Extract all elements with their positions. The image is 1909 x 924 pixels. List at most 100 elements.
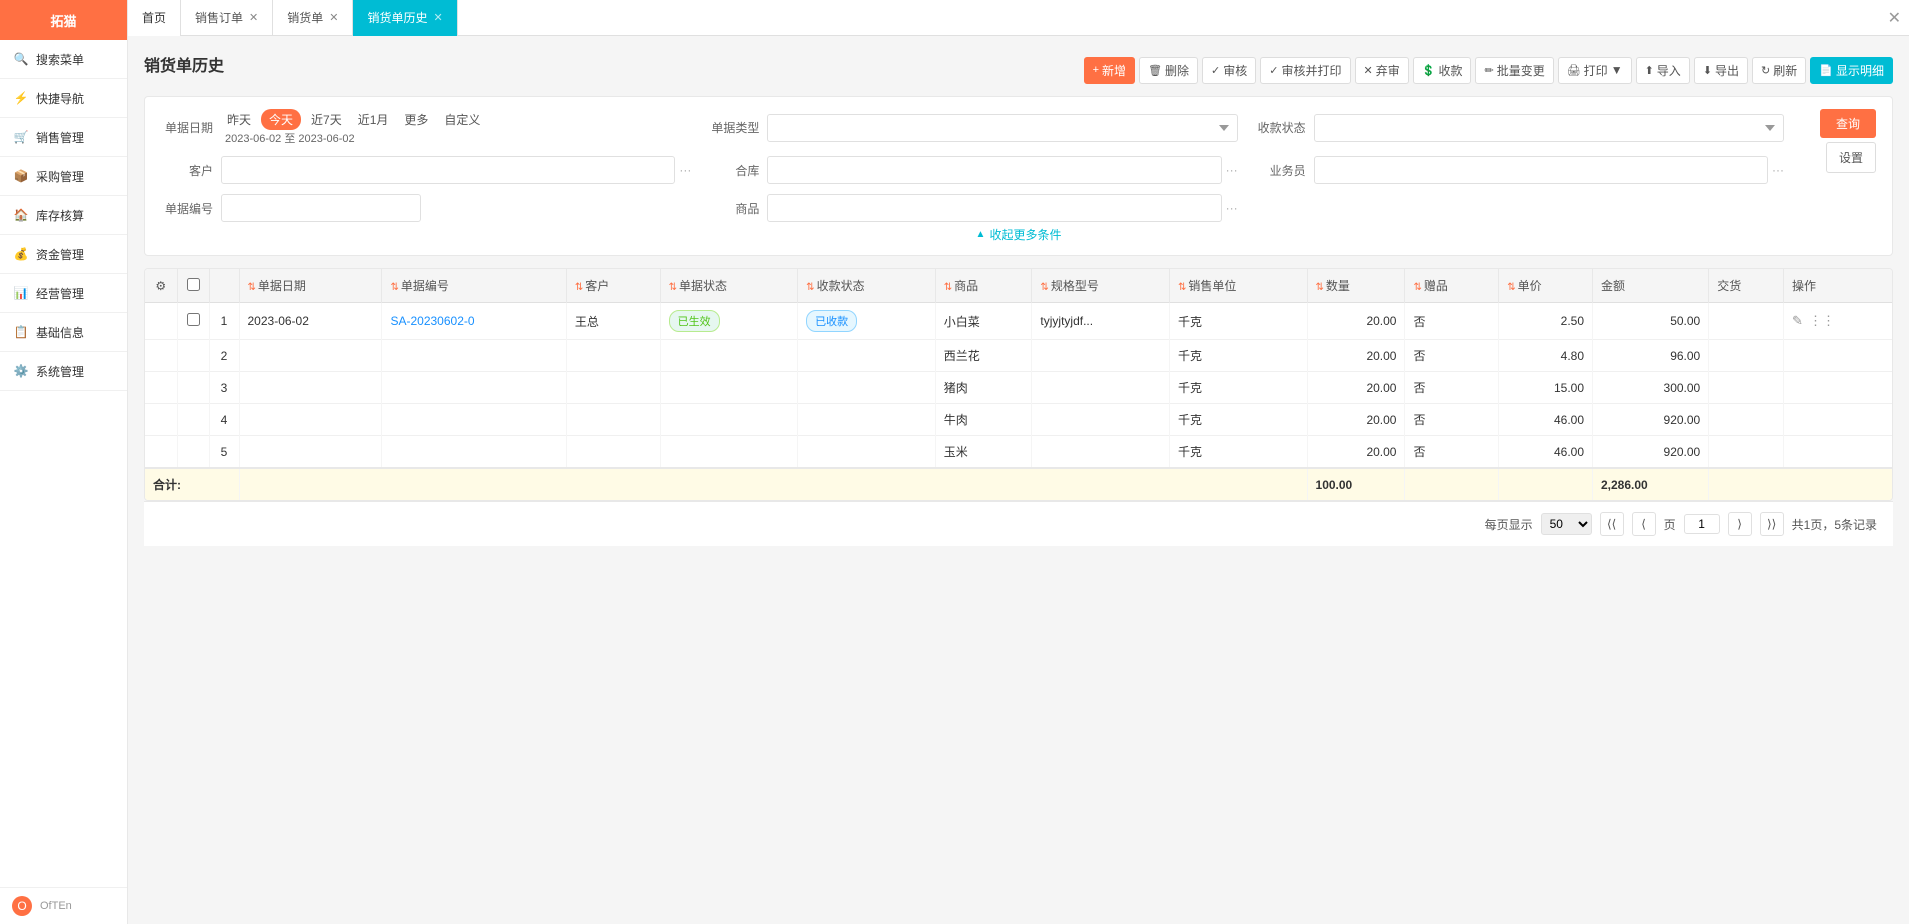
col-checkbox[interactable] — [177, 269, 209, 303]
prev-page-btn[interactable]: ⟨ — [1632, 512, 1656, 536]
new-button[interactable]: + 新增 — [1084, 57, 1135, 84]
data-table: ⚙ ⇅单据日期 ⇅单据编号 ⇅客户 ⇅单据状态 ⇅收款状态 ⇅商品 ⇅规格型号 … — [145, 269, 1892, 500]
col-doc-status[interactable]: ⇅单据状态 — [660, 269, 798, 303]
export-button[interactable]: ⬇ 导出 — [1694, 57, 1748, 84]
row-check[interactable] — [187, 313, 200, 326]
row-doc-no[interactable] — [382, 436, 566, 469]
doc-type-select[interactable] — [767, 114, 1237, 142]
row-payment-status — [798, 436, 936, 469]
row-checkbox[interactable] — [177, 303, 209, 340]
row-doc-no[interactable]: SA-20230602-0 — [382, 303, 566, 340]
sidebar-item-search-menu[interactable]: 🔍 搜索菜单 — [0, 40, 127, 79]
row-settings[interactable] — [145, 372, 177, 404]
tab-close-icon[interactable]: ✕ — [249, 11, 258, 24]
salesperson-input[interactable] — [1314, 156, 1768, 184]
tab-close-icon[interactable]: ✕ — [329, 11, 338, 24]
user-avatar[interactable]: O — [12, 896, 32, 916]
sidebar-item-label: 资金管理 — [36, 246, 84, 263]
col-qty[interactable]: ⇅数量 — [1307, 269, 1405, 303]
custom-btn[interactable]: 自定义 — [438, 109, 486, 130]
col-payment-status[interactable]: ⇅收款状态 — [798, 269, 936, 303]
row-checkbox[interactable] — [177, 404, 209, 436]
1month-btn[interactable]: 近1月 — [352, 109, 395, 130]
row-unit-price: 46.00 — [1499, 404, 1593, 436]
page-number-input[interactable] — [1684, 514, 1720, 534]
more-action-icon[interactable]: ⋮⋮ — [1809, 313, 1835, 329]
col-gift[interactable]: ⇅赠品 — [1405, 269, 1499, 303]
today-btn[interactable]: 今天 — [261, 109, 301, 130]
row-checkbox[interactable] — [177, 340, 209, 372]
sidebar-item-operation-mgmt[interactable]: 📊 经营管理 — [0, 274, 127, 313]
customer-dots[interactable]: ··· — [679, 163, 691, 177]
sidebar-item-inventory[interactable]: 🏠 库存核算 — [0, 196, 127, 235]
row-doc-date — [239, 404, 382, 436]
row-checkbox[interactable] — [177, 436, 209, 469]
page-title: 销货单历史 — [144, 52, 224, 76]
tab-sales-delivery[interactable]: 销货单 ✕ — [273, 0, 353, 36]
tab-home[interactable]: 首页 — [128, 0, 181, 36]
row-doc-no[interactable] — [382, 404, 566, 436]
warehouse-dots[interactable]: ··· — [1226, 163, 1238, 177]
row-checkbox[interactable] — [177, 372, 209, 404]
customer-input[interactable] — [221, 156, 675, 184]
col-goods[interactable]: ⇅商品 — [935, 269, 1032, 303]
per-page-select[interactable]: 50 100 200 — [1541, 513, 1592, 535]
review-print-button[interactable]: ✓ 审核并打印 — [1260, 57, 1350, 84]
select-all-checkbox[interactable] — [187, 278, 200, 291]
edit-action-icon[interactable]: ✎ — [1792, 313, 1803, 329]
col-sale-unit[interactable]: ⇅销售单位 — [1169, 269, 1307, 303]
sidebar-item-quick-nav[interactable]: ⚡ 快捷导航 — [0, 79, 127, 118]
more-btn[interactable]: 更多 — [398, 109, 434, 130]
next-page-btn[interactable]: ⟩ — [1728, 512, 1752, 536]
box-icon: 📦 — [12, 167, 30, 185]
review-button[interactable]: ✓ 审核 — [1202, 57, 1256, 84]
goods-dots[interactable]: ··· — [1226, 201, 1238, 215]
tab-close-all[interactable]: ✕ — [1888, 8, 1909, 28]
import-button[interactable]: ⬆ 导入 — [1636, 57, 1690, 84]
sidebar-item-system-mgmt[interactable]: ⚙️ 系统管理 — [0, 352, 127, 391]
goods-input[interactable] — [767, 194, 1221, 222]
7days-btn[interactable]: 近7天 — [305, 109, 348, 130]
row-settings[interactable] — [145, 340, 177, 372]
row-amount: 920.00 — [1593, 436, 1709, 469]
col-doc-date[interactable]: ⇅单据日期 — [239, 269, 382, 303]
abandon-label: 弃审 — [1376, 62, 1400, 79]
last-page-btn[interactable]: ⟩⟩ — [1760, 512, 1784, 536]
tab-close-icon[interactable]: ✕ — [434, 11, 443, 24]
payment-status-select[interactable] — [1314, 114, 1784, 142]
col-customer[interactable]: ⇅客户 — [566, 269, 660, 303]
sidebar-item-label: 快捷导航 — [36, 90, 84, 107]
abandon-button[interactable]: ✕ 弃审 — [1355, 57, 1409, 84]
col-spec[interactable]: ⇅规格型号 — [1032, 269, 1170, 303]
chart-icon: 📊 — [12, 284, 30, 302]
sidebar-item-sales-mgmt[interactable]: 🛒 销售管理 — [0, 118, 127, 157]
batch-change-button[interactable]: ✏ 批量变更 — [1475, 57, 1553, 84]
docno-input[interactable] — [221, 194, 421, 222]
warehouse-input[interactable] — [767, 156, 1221, 184]
first-page-btn[interactable]: ⟨⟨ — [1600, 512, 1624, 536]
tab-sales-history[interactable]: 销货单历史 ✕ — [353, 0, 457, 36]
settings-button[interactable]: 设置 — [1826, 142, 1876, 173]
query-button[interactable]: 查询 — [1820, 109, 1876, 138]
row-doc-no[interactable] — [382, 340, 566, 372]
collect-button[interactable]: 💲 收款 — [1413, 57, 1472, 84]
col-no — [209, 269, 239, 303]
yesterday-btn[interactable]: 昨天 — [221, 109, 257, 130]
row-doc-no[interactable] — [382, 372, 566, 404]
refresh-button[interactable]: ↻ 刷新 — [1752, 57, 1806, 84]
row-settings[interactable] — [145, 404, 177, 436]
col-unit-price[interactable]: ⇅单价 — [1499, 269, 1593, 303]
tab-sales-order[interactable]: 销售订单 ✕ — [181, 0, 273, 36]
sidebar-item-purchase-mgmt[interactable]: 📦 采购管理 — [0, 157, 127, 196]
sidebar-item-finance-mgmt[interactable]: 💰 资金管理 — [0, 235, 127, 274]
col-settings[interactable]: ⚙ — [145, 269, 177, 303]
col-doc-no[interactable]: ⇅单据编号 — [382, 269, 566, 303]
row-settings[interactable] — [145, 436, 177, 469]
sidebar-item-basic-info[interactable]: 📋 基础信息 — [0, 313, 127, 352]
salesperson-dots[interactable]: ··· — [1772, 163, 1784, 177]
filter-collapse[interactable]: ▲ 收起更多条件 — [161, 222, 1876, 243]
delete-button[interactable]: 🗑 删除 — [1139, 57, 1198, 84]
row-settings[interactable] — [145, 303, 177, 340]
print-button[interactable]: 🖨 打印 ▼ — [1558, 57, 1632, 84]
show-detail-button[interactable]: 📄 显示明细 — [1810, 57, 1893, 84]
